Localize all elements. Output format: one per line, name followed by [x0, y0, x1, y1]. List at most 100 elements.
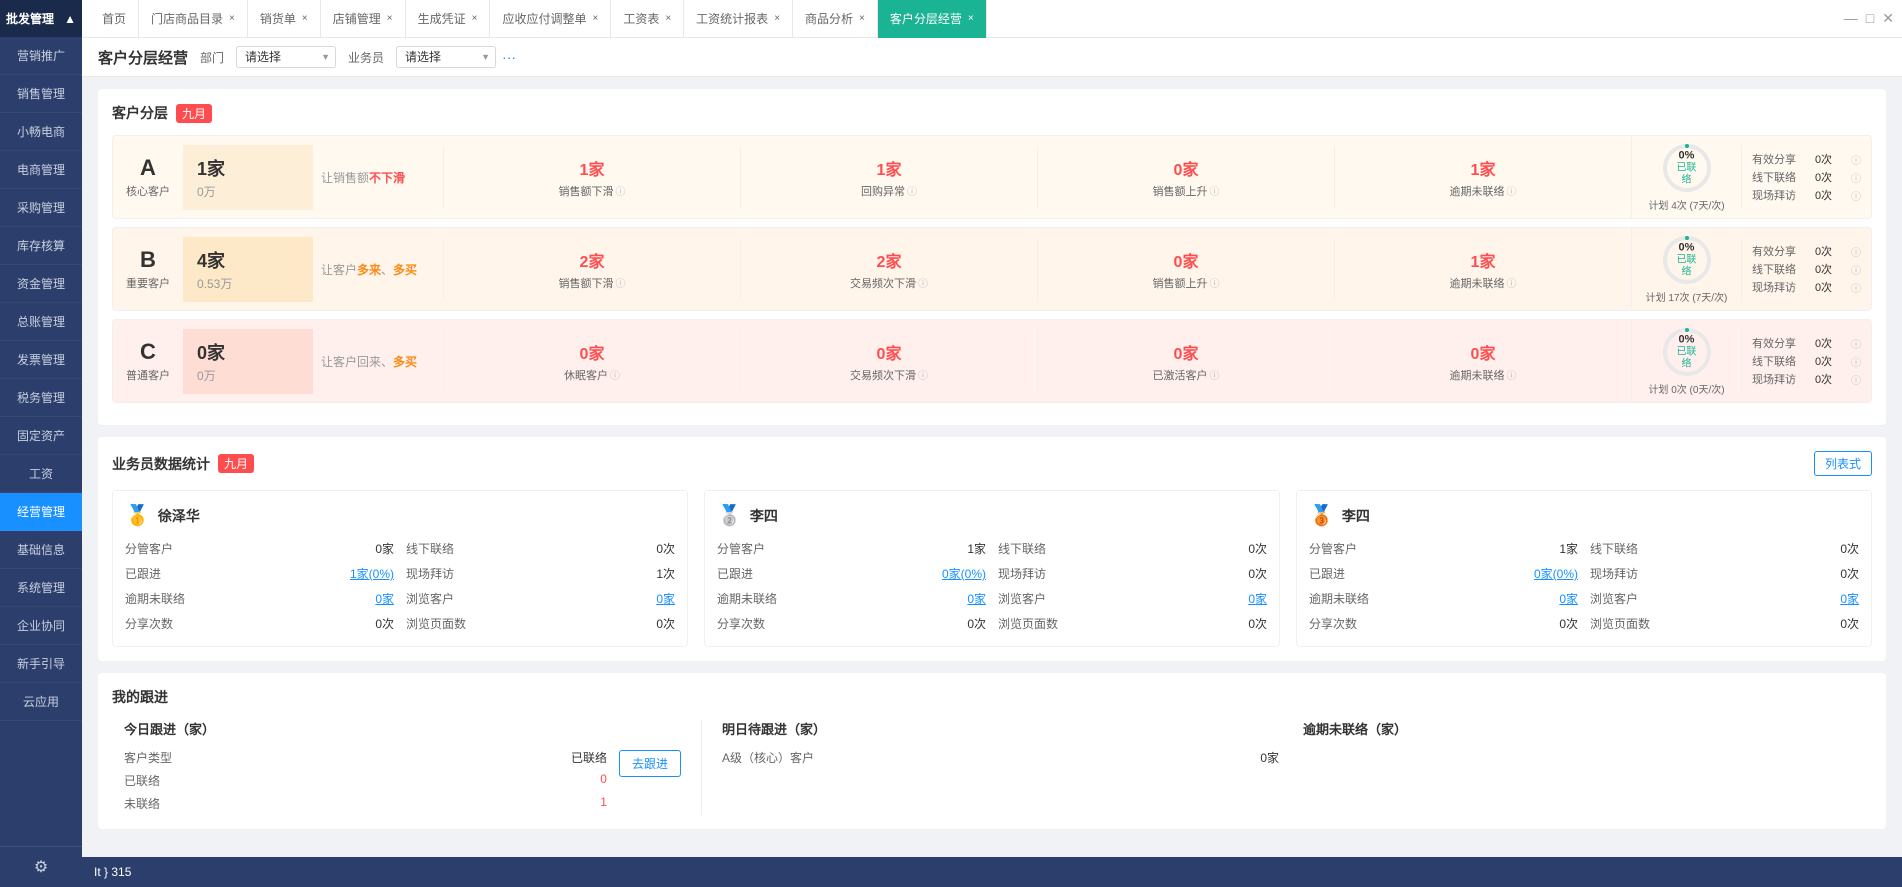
sidebar-item-固定资产[interactable]: 固定资产 — [0, 417, 82, 455]
staff-stat-val[interactable]: 0家(0%) — [1534, 565, 1578, 582]
info-icon[interactable]: ⓘ — [1210, 183, 1220, 198]
go-follow-button[interactable]: 去跟进 — [619, 750, 681, 777]
info-icon[interactable]: ⓘ — [616, 275, 626, 290]
info-icon[interactable]: ⓘ — [1851, 188, 1861, 203]
window-maximize-icon[interactable]: □ — [1866, 10, 1874, 27]
customer-tier-section: 客户分层 九月 A核心客户1家0万让销售额不下滑1家 销售额下滑 ⓘ1家 回购异… — [98, 89, 1886, 425]
sidebar-item-库存核算[interactable]: 库存核算 — [0, 227, 82, 265]
tab-close-icon[interactable]: × — [592, 13, 598, 24]
info-icon[interactable]: ⓘ — [1851, 372, 1861, 387]
staff-stat-val: 0次 — [1248, 565, 1267, 582]
info-icon[interactable]: ⓘ — [1851, 354, 1861, 369]
staff-stat-val[interactable]: 0家 — [1840, 590, 1859, 607]
stat-label: 销售额下滑 ⓘ — [559, 275, 626, 291]
sidebar-top[interactable]: 批发管理 ▲ — [0, 0, 82, 37]
tab-close-icon[interactable]: × — [229, 13, 235, 24]
info-icon[interactable]: ⓘ — [610, 367, 620, 382]
tab-客户分层经营[interactable]: 客户分层经营× — [878, 0, 987, 38]
staff-medal-icon: 🥉 — [1309, 503, 1334, 528]
tier-stat-item: 0家 已激活客户 ⓘ — [1037, 330, 1334, 393]
follow-row-val: 已联络 — [571, 749, 607, 766]
tab-生成凭证[interactable]: 生成凭证× — [406, 0, 491, 38]
gear-icon[interactable]: ⚙ — [34, 857, 48, 877]
sidebar-item-系统管理[interactable]: 系统管理 — [0, 569, 82, 607]
tab-销货单[interactable]: 销货单× — [248, 0, 321, 38]
stat-num: 0家 — [1471, 340, 1496, 364]
sidebar-item-企业协同[interactable]: 企业协同 — [0, 607, 82, 645]
info-icon[interactable]: ⓘ — [1210, 367, 1220, 382]
tier-count-num: 1家 — [197, 155, 299, 181]
info-icon[interactable]: ⓘ — [1507, 183, 1517, 198]
tab-店铺管理[interactable]: 店铺管理× — [321, 0, 406, 38]
tab-门店商品目录[interactable]: 门店商品目录× — [139, 0, 248, 38]
tab-close-icon[interactable]: × — [387, 13, 393, 24]
staff-stat-row: 现场拜访 0次 — [1590, 563, 1859, 584]
tier-stats-B: 2家 销售额下滑 ⓘ2家 交易频次下滑 ⓘ0家 销售额上升 ⓘ1家 逾期未联络 … — [443, 238, 1631, 301]
sidebar-item-小畅电商[interactable]: 小畅电商 — [0, 113, 82, 151]
sidebar-item-发票管理[interactable]: 发票管理 — [0, 341, 82, 379]
staff-stat-row: 浏览页面数 0次 — [406, 613, 675, 634]
sidebar-collapse-icon[interactable]: ▲ — [64, 12, 76, 26]
staff-stat-val[interactable]: 0家 — [967, 590, 986, 607]
tab-close-icon[interactable]: × — [302, 13, 308, 24]
sidebar-item-云应用[interactable]: 云应用 — [0, 683, 82, 721]
sidebar-item-资金管理[interactable]: 资金管理 — [0, 265, 82, 303]
info-icon[interactable]: ⓘ — [907, 183, 917, 198]
staff-stat-val[interactable]: 0家 — [1248, 590, 1267, 607]
info-icon[interactable]: ⓘ — [1851, 336, 1861, 351]
circle-status: 已联络 — [1674, 163, 1700, 187]
info-icon[interactable]: ⓘ — [1851, 244, 1861, 259]
staff-stat-row: 逾期未联络 0家 — [1309, 588, 1578, 609]
info-icon[interactable]: ⓘ — [1210, 275, 1220, 290]
staff-stat-label: 分管客户 — [717, 540, 765, 557]
info-icon[interactable]: ⓘ — [1851, 170, 1861, 185]
info-icon[interactable]: ⓘ — [1851, 152, 1861, 167]
sidebar-item-总账管理[interactable]: 总账管理 — [0, 303, 82, 341]
info-icon[interactable]: ⓘ — [918, 367, 928, 382]
tab-close-icon[interactable]: × — [859, 13, 865, 24]
staff-stat-val[interactable]: 0家 — [656, 590, 675, 607]
info-icon[interactable]: ⓘ — [616, 183, 626, 198]
staff-stat-label: 浏览客户 — [998, 590, 1046, 607]
tab-工资统计报表[interactable]: 工资统计报表× — [684, 0, 793, 38]
tab-close-icon[interactable]: × — [774, 13, 780, 24]
tab-工资表[interactable]: 工资表× — [611, 0, 684, 38]
right-stat-row: 现场拜访 0次 ⓘ — [1752, 371, 1861, 387]
sidebar-item-税务管理[interactable]: 税务管理 — [0, 379, 82, 417]
window-close-icon[interactable]: ✕ — [1882, 10, 1894, 27]
list-view-button[interactable]: 列表式 — [1814, 451, 1872, 476]
follow-today-title: 今日跟进（家） — [124, 719, 681, 738]
staff-stat-val[interactable]: 0家 — [1559, 590, 1578, 607]
info-icon[interactable]: ⓘ — [918, 275, 928, 290]
sidebar-item-电商管理[interactable]: 电商管理 — [0, 151, 82, 189]
staff-card-徐泽华: 🥇 徐泽华 分管客户 0家 线下联络 0次 已跟进 1家(0%) 现场拜访 1次… — [112, 490, 688, 647]
tab-close-icon[interactable]: × — [472, 13, 478, 24]
tab-商品分析[interactable]: 商品分析× — [793, 0, 878, 38]
sidebar-item-采购管理[interactable]: 采购管理 — [0, 189, 82, 227]
staff-stat-label: 浏览客户 — [406, 590, 454, 607]
staff-select[interactable]: 请选择 — [396, 46, 496, 68]
sidebar-item-新手引导[interactable]: 新手引导 — [0, 645, 82, 683]
info-icon[interactable]: ⓘ — [1851, 262, 1861, 277]
sidebar-item-经营管理[interactable]: 经营管理 — [0, 493, 82, 531]
sidebar-item-销售管理[interactable]: 销售管理 — [0, 75, 82, 113]
info-icon[interactable]: ⓘ — [1507, 275, 1517, 290]
tab-首页[interactable]: 首页 — [90, 0, 139, 38]
tab-close-icon[interactable]: × — [968, 13, 974, 24]
info-icon[interactable]: ⓘ — [1851, 280, 1861, 295]
staff-stat-val[interactable]: 0家(0%) — [942, 565, 986, 582]
staff-stat-val[interactable]: 0家 — [375, 590, 394, 607]
tab-close-icon[interactable]: × — [665, 13, 671, 24]
window-minimize-icon[interactable]: — — [1844, 10, 1858, 27]
sidebar-item-工资[interactable]: 工资 — [0, 455, 82, 493]
stat-num: 1家 — [580, 156, 605, 180]
more-filters-icon[interactable]: ··· — [502, 49, 516, 65]
tab-应收应付调整单[interactable]: 应收应付调整单× — [490, 0, 611, 38]
info-icon[interactable]: ⓘ — [1507, 367, 1517, 382]
dept-select[interactable]: 请选择 — [236, 46, 336, 68]
staff-stats-grid: 分管客户 1家 线下联络 0次 已跟进 0家(0%) 现场拜访 0次 逾期未联络… — [717, 538, 1267, 634]
sidebar-item-营销推广[interactable]: 营销推广 — [0, 37, 82, 75]
sidebar-item-基础信息[interactable]: 基础信息 — [0, 531, 82, 569]
staff-stat-val[interactable]: 1家(0%) — [350, 565, 394, 582]
staff-stats-grid: 分管客户 0家 线下联络 0次 已跟进 1家(0%) 现场拜访 1次 逾期未联络… — [125, 538, 675, 634]
